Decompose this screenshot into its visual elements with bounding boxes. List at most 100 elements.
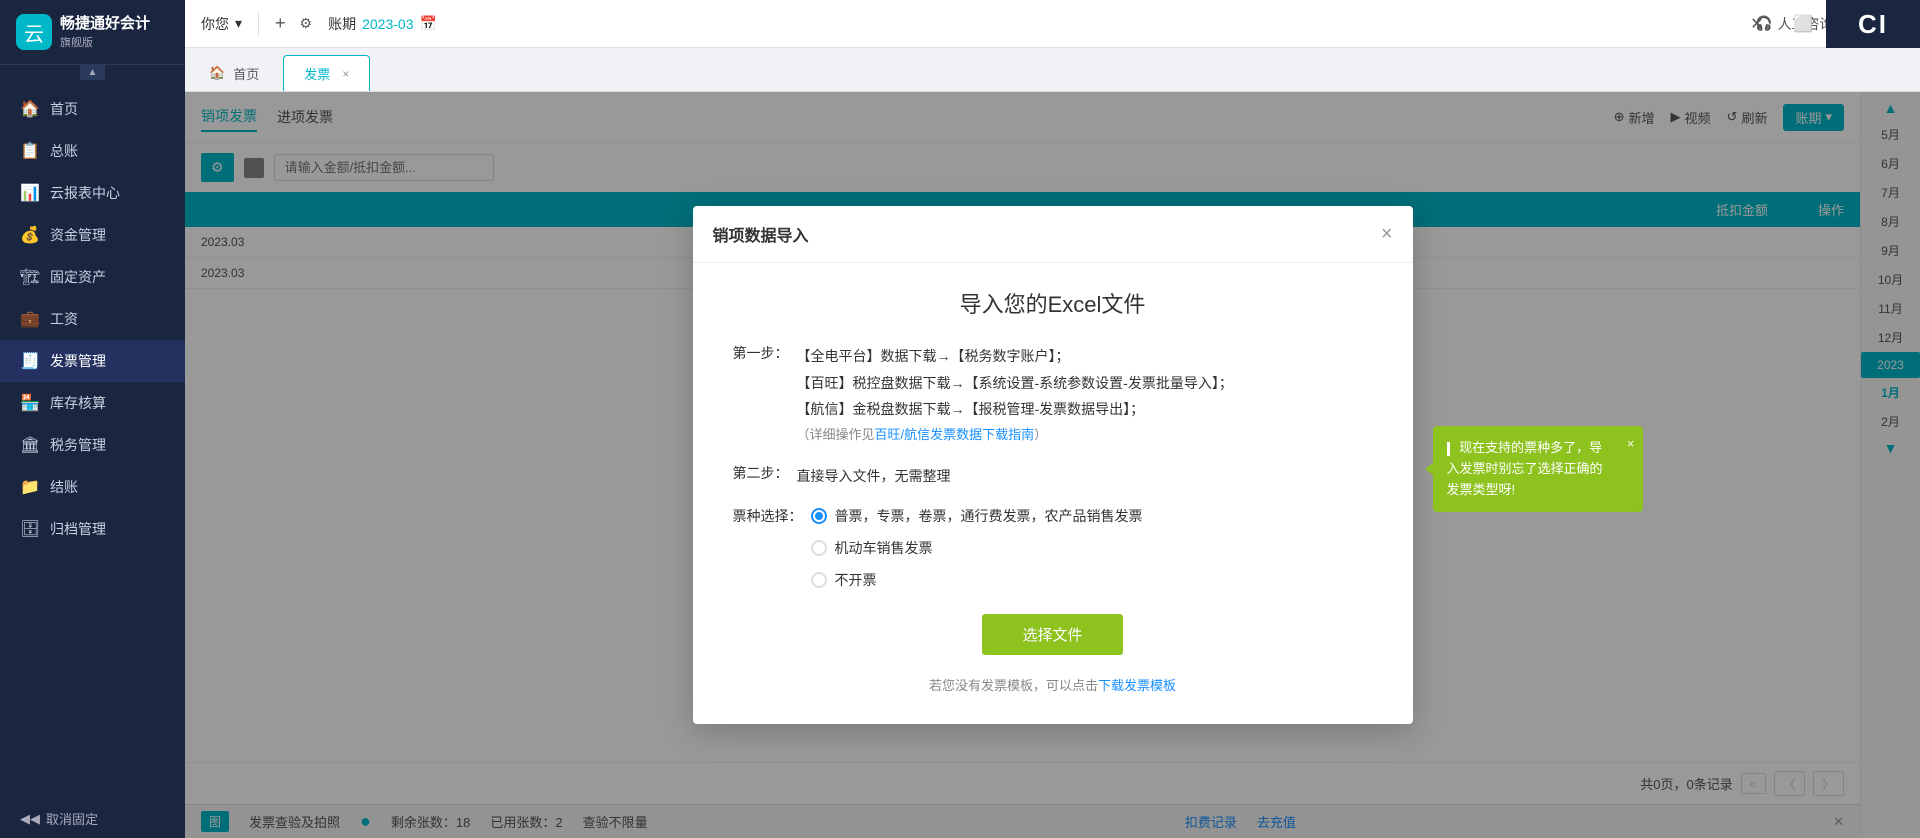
topbar-period: 账期 2023-03 📅 [328,14,437,34]
step1-line2: 【百旺】税控盘数据下载→【系统设置-系统参数设置-发票批量导入】； [797,370,1233,397]
main-area: 你您 账期 2023-03 📅 🎧 人工咨询 👤 用友 [185,0,1920,838]
period-value: 2023-03 [362,16,413,32]
radio-option-1[interactable]: 普票，专票，卷票，通行费发票，农产品销售发票 [811,506,1143,526]
home-icon: 🏠 [20,99,40,119]
ticket-select-row: 票种选择： 普票，专票，卷票，通行费发票，农产品销售发票 机动车销售发票 [733,506,1373,590]
company-selector[interactable]: 你您 [201,14,242,34]
dialog-close-btn[interactable]: × [1381,224,1393,244]
home-tab-icon: 🏠 [209,65,225,81]
company-dropdown-icon [235,15,242,32]
step2-label: 第二步： [733,463,789,483]
sidebar-item-label: 资金管理 [50,225,106,245]
tab-home-label: 首页 [233,64,259,83]
step1-link[interactable]: 百旺/航信发票数据下载指南 [875,427,1035,442]
sidebar-nav: 🏠 首页 📋 总账 📊 云报表中心 💰 资金管理 🏗 固定资产 💼 工资 [0,80,185,799]
sidebar-item-label: 结账 [50,477,78,497]
tab-close-btn[interactable]: × [342,67,349,81]
sidebar-item-assets[interactable]: 🏗 固定资产 [0,256,185,298]
step1-label: 第一步： [733,343,789,363]
radio-label-3: 不开票 [835,570,877,590]
tooltip-arrow [1425,463,1433,475]
topbar-actions [275,13,312,34]
sidebar-item-label: 首页 [50,99,78,119]
sidebar-item-salary[interactable]: 💼 工资 [0,298,185,340]
sidebar-item-home[interactable]: 🏠 首页 [0,88,185,130]
radio-circle-2 [811,540,827,556]
tab-invoice-label: 发票 [304,64,330,83]
window-maximize-btn[interactable]: ⬜ [1780,0,1826,48]
cancel-fixed-icon: ◀◀ [20,811,40,827]
sidebar: 云 畅捷通好会计 旗舰版 ▲ 🏠 首页 📋 总账 📊 云报表中心 💰 [0,0,185,838]
download-template-link[interactable]: 下载发票模板 [1098,678,1176,693]
tab-invoice[interactable]: 发票 × [283,55,370,91]
step2-content: 直接导入文件，无需整理 [797,463,951,490]
dialog-main-title: 导入您的Excel文件 [733,287,1373,319]
sidebar-item-label: 固定资产 [50,267,106,287]
company-name: 你您 [201,14,229,34]
topbar-divider [258,12,259,36]
dialog-body: 导入您的Excel文件 第一步： 【全电平台】数据下载→【税务数字账户】； 【百… [693,263,1413,724]
invoice-icon: 🧾 [20,351,40,371]
sidebar-item-funds[interactable]: 💰 资金管理 [0,214,185,256]
sidebar-item-label: 云报表中心 [50,183,120,203]
radio-label-1: 普票，专票，卷票，通行费发票，农产品销售发票 [835,506,1143,526]
dialog-header: 销项数据导入 × [693,206,1413,263]
tooltip-bubble: 现在支持的票种多了，导入发票时别忘了选择正确的发票类型呀! × [1433,426,1643,512]
app-logo-text: 畅捷通好会计 旗舰版 [60,14,150,50]
sidebar-item-closing[interactable]: 📁 结账 [0,466,185,508]
sidebar-scroll-up: ▲ [0,65,185,80]
sidebar-item-label: 总账 [50,141,78,161]
sidebar-item-tax[interactable]: 🏛 税务管理 [0,424,185,466]
sidebar-item-label: 税务管理 [50,435,106,455]
step1-line1: 【全电平台】数据下载→【税务数字账户】； [797,343,1233,370]
salary-icon: 💼 [20,309,40,329]
settings-button[interactable] [300,15,313,32]
sidebar-cancel-fixed[interactable]: ◀◀ 取消固定 [0,799,185,838]
add-button[interactable] [275,13,286,34]
step2-row: 第二步： 直接导入文件，无需整理 [733,463,1373,490]
dialog-title: 销项数据导入 [713,222,809,246]
sidebar-item-label: 库存核算 [50,393,106,413]
sidebar-item-reports[interactable]: 📊 云报表中心 [0,172,185,214]
tooltip-bar [1447,442,1450,456]
sidebar-item-label: 工资 [50,309,78,329]
funds-icon: 💰 [20,225,40,245]
window-close-btn[interactable]: ✕ [1734,0,1780,48]
sidebar-item-inventory[interactable]: 🏪 库存核算 [0,382,185,424]
sidebar-item-archive[interactable]: 🗄 归档管理 [0,508,185,550]
cancel-fixed-label: 取消固定 [46,809,98,828]
radio-label-2: 机动车销售发票 [835,538,933,558]
step1-content: 【全电平台】数据下载→【税务数字账户】； 【百旺】税控盘数据下载→【系统设置-系… [797,343,1233,447]
tooltip-close-btn[interactable]: × [1627,434,1635,455]
modal-overlay: 销项数据导入 × 导入您的Excel文件 第一步： 【全电平台】数据下载→【税务… [185,92,1920,838]
sidebar-item-ledger[interactable]: 📋 总账 [0,130,185,172]
app-logo-icon: 云 [16,14,52,50]
step1-row: 第一步： 【全电平台】数据下载→【税务数字账户】； 【百旺】税控盘数据下载→【系… [733,343,1373,447]
radio-group: 普票，专票，卷票，通行费发票，农产品销售发票 机动车销售发票 不开票 [811,506,1143,590]
sidebar-item-invoice[interactable]: 🧾 发票管理 [0,340,185,382]
content-area: 销项发票 进项发票 ⊕ 新增 ▶ 视频 ↺ 刷新 [185,92,1920,838]
step1-line3: 【航信】金税盘数据下载→【报税管理-发票数据导出】； [797,396,1233,423]
import-dialog: 销项数据导入 × 导入您的Excel文件 第一步： 【全电平台】数据下载→【税务… [693,206,1413,724]
assets-icon: 🏗 [20,267,40,287]
topbar: 你您 账期 2023-03 📅 🎧 人工咨询 👤 用友 [185,0,1920,48]
tax-icon: 🏛 [20,435,40,455]
tab-home[interactable]: 🏠 首页 [189,55,279,91]
radio-option-3[interactable]: 不开票 [811,570,1143,590]
reports-icon: 📊 [20,183,40,203]
radio-circle-3 [811,572,827,588]
inventory-icon: 🏪 [20,393,40,413]
sidebar-scroll-up-btn[interactable]: ▲ [80,65,106,80]
select-file-btn[interactable]: 选择文件 [982,614,1122,655]
sidebar-logo: 云 畅捷通好会计 旗舰版 [0,0,185,65]
window-controls: ✕ ⬜ CI [1734,0,1920,48]
radio-circle-1 [811,508,827,524]
archive-icon: 🗄 [20,519,40,539]
sidebar-item-label: 归档管理 [50,519,106,539]
step1-note: （详细操作见百旺/航信发票数据下载指南） [797,423,1233,448]
period-label: 账期 [328,14,356,34]
sidebar-item-label: 发票管理 [50,351,106,371]
tabbar: 🏠 首页 发票 × [185,48,1920,92]
dialog-footer-note: 若您没有发票模板，可以点击下载发票模板 [733,675,1373,694]
radio-option-2[interactable]: 机动车销售发票 [811,538,1143,558]
